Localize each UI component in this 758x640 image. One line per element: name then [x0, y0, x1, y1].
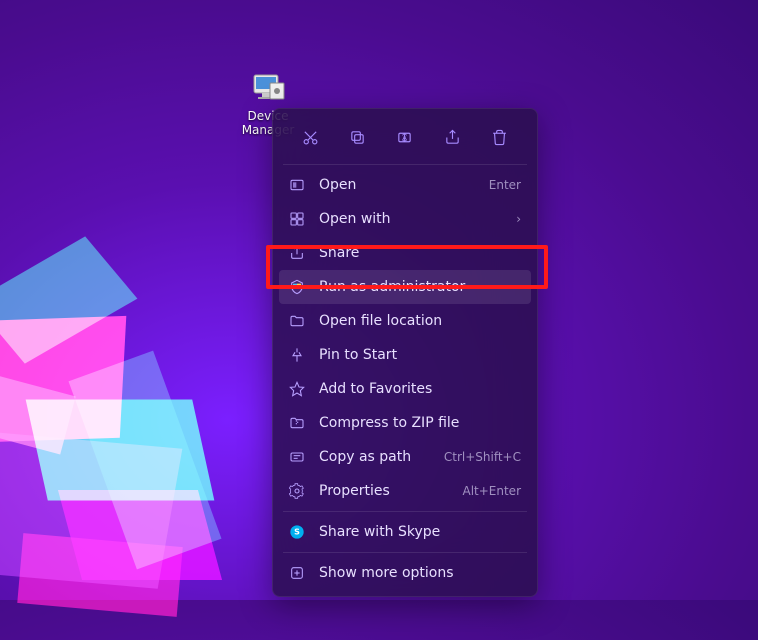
- copy-path-icon: [289, 449, 305, 465]
- device-manager-icon: [248, 65, 288, 105]
- delete-button[interactable]: [481, 121, 517, 153]
- copy-button[interactable]: [340, 121, 376, 153]
- menu-label: Open with: [319, 211, 502, 227]
- menu-item-add-to-favorites[interactable]: Add to Favorites: [279, 372, 531, 406]
- menu-label: Open: [319, 177, 475, 193]
- rename-button[interactable]: A: [387, 121, 423, 153]
- menu-label: Properties: [319, 483, 448, 499]
- cut-button[interactable]: [293, 121, 329, 153]
- more-options-icon: [289, 565, 305, 581]
- menu-label: Pin to Start: [319, 347, 521, 363]
- shortcut-text: Ctrl+Shift+C: [444, 450, 521, 464]
- open-icon: [289, 177, 305, 193]
- separator: [283, 511, 527, 512]
- share-icon: [444, 129, 461, 146]
- menu-label: Run as administrator: [319, 279, 521, 295]
- svg-text:A: A: [403, 133, 408, 142]
- zip-icon: [289, 415, 305, 431]
- chevron-right-icon: ›: [516, 212, 521, 226]
- menu-item-share[interactable]: Share: [279, 236, 531, 270]
- delete-icon: [491, 129, 508, 146]
- menu-item-open[interactable]: Open Enter: [279, 168, 531, 202]
- menu-label: Share with Skype: [319, 524, 521, 540]
- separator: [283, 164, 527, 165]
- open-with-icon: [289, 211, 305, 227]
- skype-icon: S: [289, 524, 305, 540]
- menu-label: Compress to ZIP file: [319, 415, 521, 431]
- menu-item-open-with[interactable]: Open with ›: [279, 202, 531, 236]
- menu-item-properties[interactable]: Properties Alt+Enter: [279, 474, 531, 508]
- menu-item-open-file-location[interactable]: Open file location: [279, 304, 531, 338]
- menu-item-show-more-options[interactable]: Show more options: [279, 556, 531, 590]
- context-menu: A Open Enter Open with › S: [272, 108, 538, 597]
- share-button[interactable]: [434, 121, 470, 153]
- menu-item-compress-zip[interactable]: Compress to ZIP file: [279, 406, 531, 440]
- context-menu-toolbar: A: [279, 115, 531, 161]
- menu-item-run-as-administrator[interactable]: Run as administrator: [279, 270, 531, 304]
- properties-icon: [289, 483, 305, 499]
- menu-label: Copy as path: [319, 449, 430, 465]
- shortcut-text: Enter: [489, 178, 521, 192]
- star-icon: [289, 381, 305, 397]
- shield-icon: [289, 279, 305, 295]
- svg-text:S: S: [294, 528, 300, 537]
- menu-label: Open file location: [319, 313, 521, 329]
- rename-icon: A: [396, 129, 413, 146]
- share-menu-icon: [289, 245, 305, 261]
- menu-item-share-with-skype[interactable]: S Share with Skype: [279, 515, 531, 549]
- cut-icon: [302, 129, 319, 146]
- pin-icon: [289, 347, 305, 363]
- menu-label: Share: [319, 245, 521, 261]
- shortcut-text: Alt+Enter: [462, 484, 521, 498]
- copy-icon: [349, 129, 366, 146]
- folder-icon: [289, 313, 305, 329]
- menu-label: Add to Favorites: [319, 381, 521, 397]
- menu-label: Show more options: [319, 565, 521, 581]
- separator: [283, 552, 527, 553]
- menu-item-copy-as-path[interactable]: Copy as path Ctrl+Shift+C: [279, 440, 531, 474]
- menu-item-pin-to-start[interactable]: Pin to Start: [279, 338, 531, 372]
